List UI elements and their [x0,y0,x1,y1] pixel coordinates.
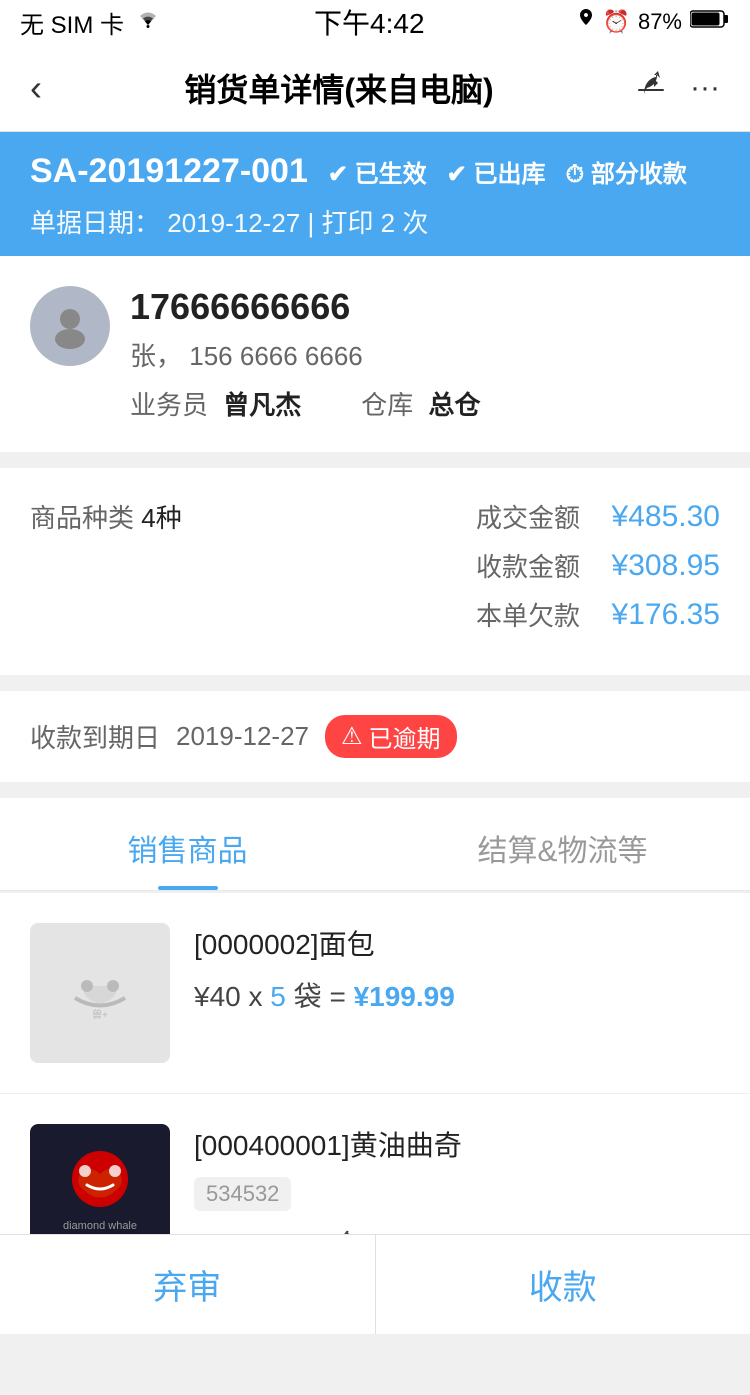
product-placeholder-1: 兽+ [30,923,170,1063]
deal-amount-row: 成交金额 ¥485.30 [476,498,720,535]
tab-products[interactable]: 销售商品 [0,798,375,890]
nav-bar: ‹ 销货单详情(来自电脑) ··· [0,44,750,132]
customer-phone: 张， 156 6666 6666 [130,336,720,373]
wifi-icon [134,8,162,36]
bottom-action-bar: 弃审 收款 [0,1234,750,1334]
customer-meta: 业务员 曾凡杰 仓库 总仓 [130,385,720,422]
overdue-icon: ⚠ [341,722,363,751]
customer-section: 17666666666 张， 156 6666 6666 业务员 曾凡杰 仓库 … [0,256,750,452]
due-date-label: 收款到期日 [30,718,160,755]
svg-text:兽+: 兽+ [92,1008,108,1021]
financial-summary: 成交金额 ¥485.30 收款金额 ¥308.95 本单欠款 ¥176.35 [476,498,720,645]
status-partial: ⏱ 部分收款 [565,154,686,189]
status-bar: 无 SIM 卡 下午4:42 ⏰ 87% [0,0,750,44]
product-name-1: [0000002]面包 [194,923,720,963]
alarm-icon: ⏰ [603,9,630,35]
status-bar-left: 无 SIM 卡 [20,5,162,40]
staff-label: 业务员 曾凡杰 [130,385,301,422]
order-id: SA-20191227-001 [30,152,308,191]
customer-avatar [30,286,110,366]
more-button[interactable]: ··· [690,71,720,105]
status-bar-time: 下午4:42 [314,2,425,42]
svg-text:diamond whale: diamond whale [63,1220,137,1232]
overdue-badge: ⚠ 已逾期 [325,715,457,758]
warehouse-label: 仓库 总仓 [361,385,480,422]
collect-button[interactable]: 收款 [376,1235,750,1334]
battery-text: 87% [638,9,682,35]
debt-amount-row: 本单欠款 ¥176.35 [476,596,720,633]
receive-amount-row: 收款金额 ¥308.95 [476,547,720,584]
tabs-section: 销售商品 结算&物流等 [0,798,750,891]
due-date-value: 2019-12-27 [176,721,309,752]
print-count: | 打印 2 次 [307,208,428,238]
back-button[interactable]: ‹ [30,67,42,109]
customer-name: 17666666666 [130,286,720,328]
header-banner: SA-20191227-001 ✔ 已生效 ✔ 已出库 ⏱ 部分收款 单据日期：… [0,132,750,256]
order-id-row: SA-20191227-001 ✔ 已生效 ✔ 已出库 ⏱ 部分收款 [30,152,720,191]
product-thumb-1: 兽+ [30,923,170,1063]
tab-settlement[interactable]: 结算&物流等 [375,798,750,890]
order-date: 2019-12-27 [167,208,300,238]
product-item: 兽+ [0000002]面包 ¥40 x 5 袋 = ¥199.99 [0,893,750,1094]
due-date-section: 收款到期日 2019-12-27 ⚠ 已逾期 [0,691,750,782]
date-label: 单据日期： [30,208,160,238]
cancel-review-button[interactable]: 弃审 [0,1235,376,1334]
product-price-1: ¥40 x 5 袋 = ¥199.99 [194,975,720,1015]
status-bar-right: ⏰ 87% [577,9,730,35]
status-shipped: ✔ 已出库 [447,154,546,189]
nav-title: 销货单详情(来自电脑) [184,65,493,111]
share-button[interactable] [636,69,666,107]
carrier-text: 无 SIM 卡 [20,5,124,40]
status-effective: ✔ 已生效 [328,154,427,189]
summary-section: 商品种类 4种 成交金额 ¥485.30 收款金额 ¥308.95 本单欠款 ¥… [0,468,750,675]
header-date-row: 单据日期： 2019-12-27 | 打印 2 次 [30,203,720,240]
product-type-count: 商品种类 4种 [30,498,182,535]
product-name-2: [000400001]黄油曲奇 [194,1124,720,1164]
product-details-1: [0000002]面包 ¥40 x 5 袋 = ¥199.99 [194,923,720,1015]
customer-info: 17666666666 张， 156 6666 6666 业务员 曾凡杰 仓库 … [130,286,720,422]
product-batch-2: 534532 [194,1177,291,1211]
location-icon [577,9,595,35]
nav-actions: ··· [636,69,720,107]
battery-icon [690,9,730,35]
